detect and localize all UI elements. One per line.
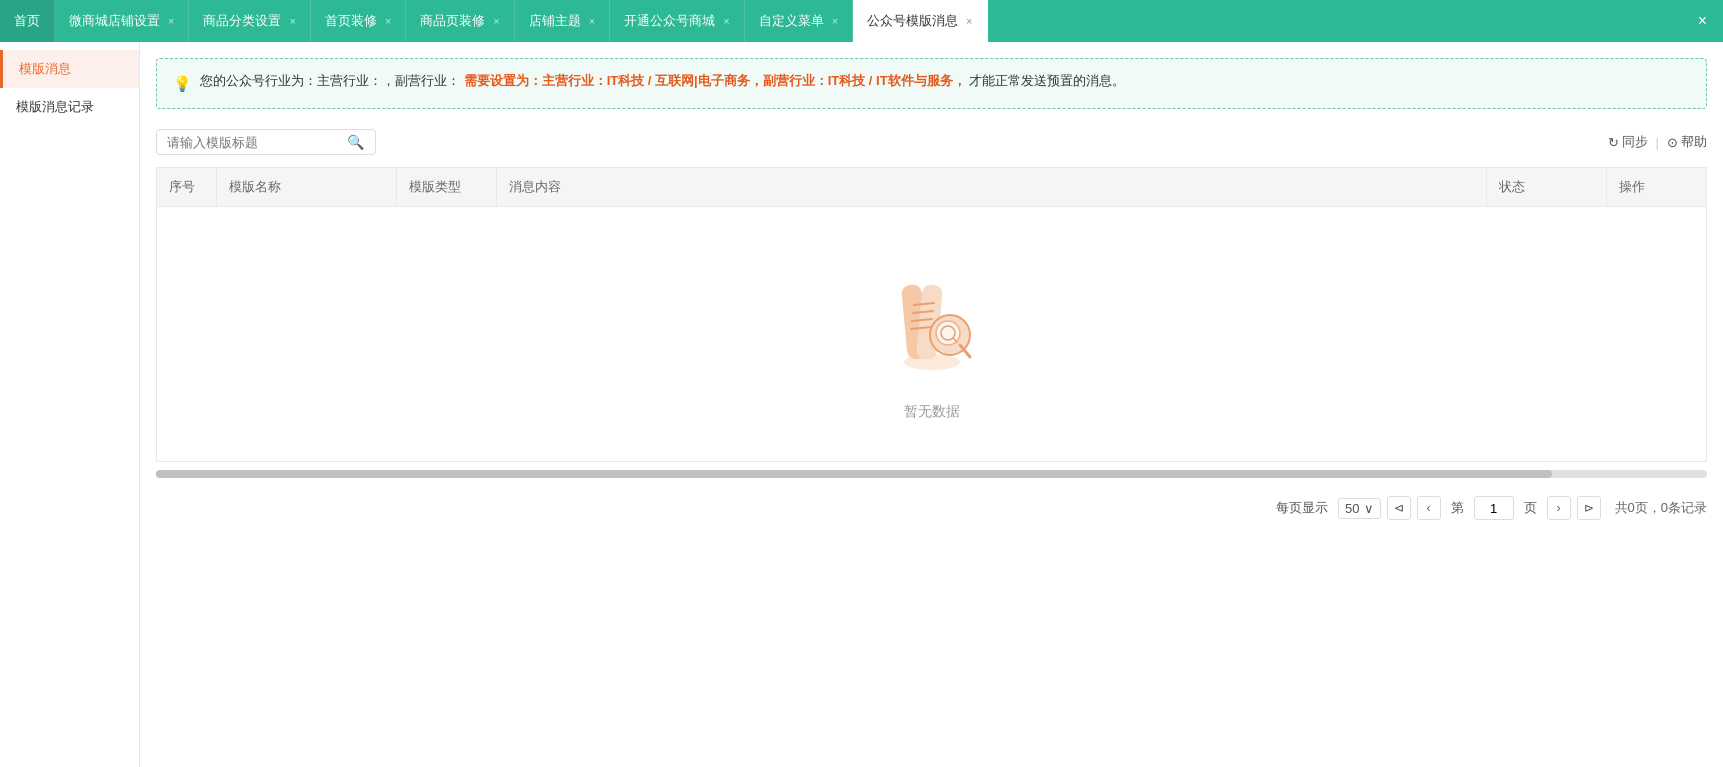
- nav-tab-8[interactable]: 公众号模版消息 ×: [853, 0, 987, 42]
- table-col-5: 操作: [1607, 168, 1707, 207]
- bulb-icon: 💡: [173, 72, 192, 96]
- first-page-button[interactable]: ⊲: [1387, 496, 1411, 520]
- nav-tab-label: 首页装修: [325, 12, 377, 30]
- notice-highlight: 需要设置为：主营行业：IT科技 / 互联网|电子商务，副营行业：IT科技 / I…: [464, 73, 966, 88]
- nav-tab-label: 店铺主题: [529, 12, 581, 30]
- nav-tab-2[interactable]: 商品分类设置 ×: [189, 0, 310, 42]
- sync-icon: ↻: [1608, 135, 1619, 150]
- nav-tab-close[interactable]: ×: [385, 15, 391, 27]
- empty-state: 暂无数据: [157, 207, 1706, 461]
- help-label: 帮助: [1681, 133, 1707, 151]
- help-icon: ⊙: [1667, 135, 1678, 150]
- nav-tab-7[interactable]: 自定义菜单 ×: [745, 0, 853, 42]
- close-all-button[interactable]: ×: [1682, 12, 1723, 30]
- nav-tab-1[interactable]: 微商城店铺设置 ×: [55, 0, 189, 42]
- nav-tab-label: 微商城店铺设置: [69, 12, 160, 30]
- empty-illustration: [872, 267, 992, 387]
- prev-page-button[interactable]: ‹: [1417, 496, 1441, 520]
- sync-label: 同步: [1622, 133, 1648, 151]
- table-col-4: 状态: [1487, 168, 1607, 207]
- toolbar-divider: |: [1656, 135, 1659, 150]
- search-box: 🔍: [156, 129, 376, 155]
- nav-tab-5[interactable]: 店铺主题 ×: [515, 0, 610, 42]
- table-col-1: 模版名称: [217, 168, 397, 207]
- nav-tab-label: 公众号模版消息: [867, 12, 958, 30]
- nav-tab-close[interactable]: ×: [589, 15, 595, 27]
- nav-tab-close[interactable]: ×: [832, 15, 838, 27]
- nav-tab-0[interactable]: 首页: [0, 0, 55, 42]
- page-size-label: 每页显示: [1276, 499, 1328, 517]
- main-layout: 模版消息模版消息记录 💡 您的公众号行业为：主营行业：，副营行业： 需要设置为：…: [0, 42, 1723, 767]
- nav-tab-close[interactable]: ×: [289, 15, 295, 27]
- top-nav: 首页微商城店铺设置×商品分类设置×首页装修×商品页装修×店铺主题×开通公众号商城…: [0, 0, 1723, 42]
- nav-tab-label: 开通公众号商城: [624, 12, 715, 30]
- chevron-down-icon: ∨: [1364, 501, 1374, 516]
- nav-tab-close[interactable]: ×: [966, 15, 972, 27]
- scroll-thumb: [156, 470, 1552, 478]
- content-area: 💡 您的公众号行业为：主营行业：，副营行业： 需要设置为：主营行业：IT科技 /…: [140, 42, 1723, 767]
- page-prefix-label: 第: [1451, 499, 1464, 517]
- notice-box: 💡 您的公众号行业为：主营行业：，副营行业： 需要设置为：主营行业：IT科技 /…: [156, 58, 1707, 109]
- nav-tab-close[interactable]: ×: [723, 15, 729, 27]
- empty-text: 暂无数据: [904, 403, 960, 421]
- page-size-select[interactable]: 50 ∨: [1338, 498, 1380, 519]
- search-input[interactable]: [167, 135, 347, 150]
- current-page-input[interactable]: [1474, 496, 1514, 520]
- page-unit-label: 页: [1524, 499, 1537, 517]
- help-button[interactable]: ⊙ 帮助: [1667, 133, 1707, 151]
- table-col-3: 消息内容: [497, 168, 1487, 207]
- table-col-0: 序号: [157, 168, 217, 207]
- sync-button[interactable]: ↻ 同步: [1608, 133, 1648, 151]
- nav-tab-label: 商品页装修: [420, 12, 485, 30]
- nav-tab-label: 商品分类设置: [203, 12, 281, 30]
- nav-tab-4[interactable]: 商品页装修 ×: [406, 0, 514, 42]
- nav-tab-6[interactable]: 开通公众号商城 ×: [610, 0, 744, 42]
- nav-tab-close[interactable]: ×: [168, 15, 174, 27]
- next-page-button[interactable]: ›: [1547, 496, 1571, 520]
- last-page-button[interactable]: ⊳: [1577, 496, 1601, 520]
- sidebar-item-0[interactable]: 模版消息: [0, 50, 139, 88]
- total-info: 共0页，0条记录: [1615, 499, 1707, 517]
- toolbar-right: ↻ 同步 | ⊙ 帮助: [1608, 133, 1707, 151]
- horizontal-scrollbar[interactable]: [156, 470, 1707, 478]
- data-table: 序号模版名称模版类型消息内容状态操作: [156, 167, 1707, 462]
- nav-tab-label: 自定义菜单: [759, 12, 824, 30]
- notice-text: 您的公众号行业为：主营行业：，副营行业： 需要设置为：主营行业：IT科技 / 互…: [200, 71, 1125, 92]
- search-icon[interactable]: 🔍: [347, 134, 364, 150]
- sidebar: 模版消息模版消息记录: [0, 42, 140, 767]
- pagination: 每页显示 50 ∨ ⊲ ‹ 第 页 › ⊳ 共0页，0条记录: [156, 486, 1707, 530]
- page-size-value: 50: [1345, 501, 1359, 516]
- nav-tab-3[interactable]: 首页装修 ×: [311, 0, 406, 42]
- toolbar: 🔍 ↻ 同步 | ⊙ 帮助: [156, 129, 1707, 155]
- table-col-2: 模版类型: [397, 168, 497, 207]
- sidebar-item-1[interactable]: 模版消息记录: [0, 88, 139, 126]
- nav-tab-close[interactable]: ×: [493, 15, 499, 27]
- nav-tab-label: 首页: [14, 12, 40, 30]
